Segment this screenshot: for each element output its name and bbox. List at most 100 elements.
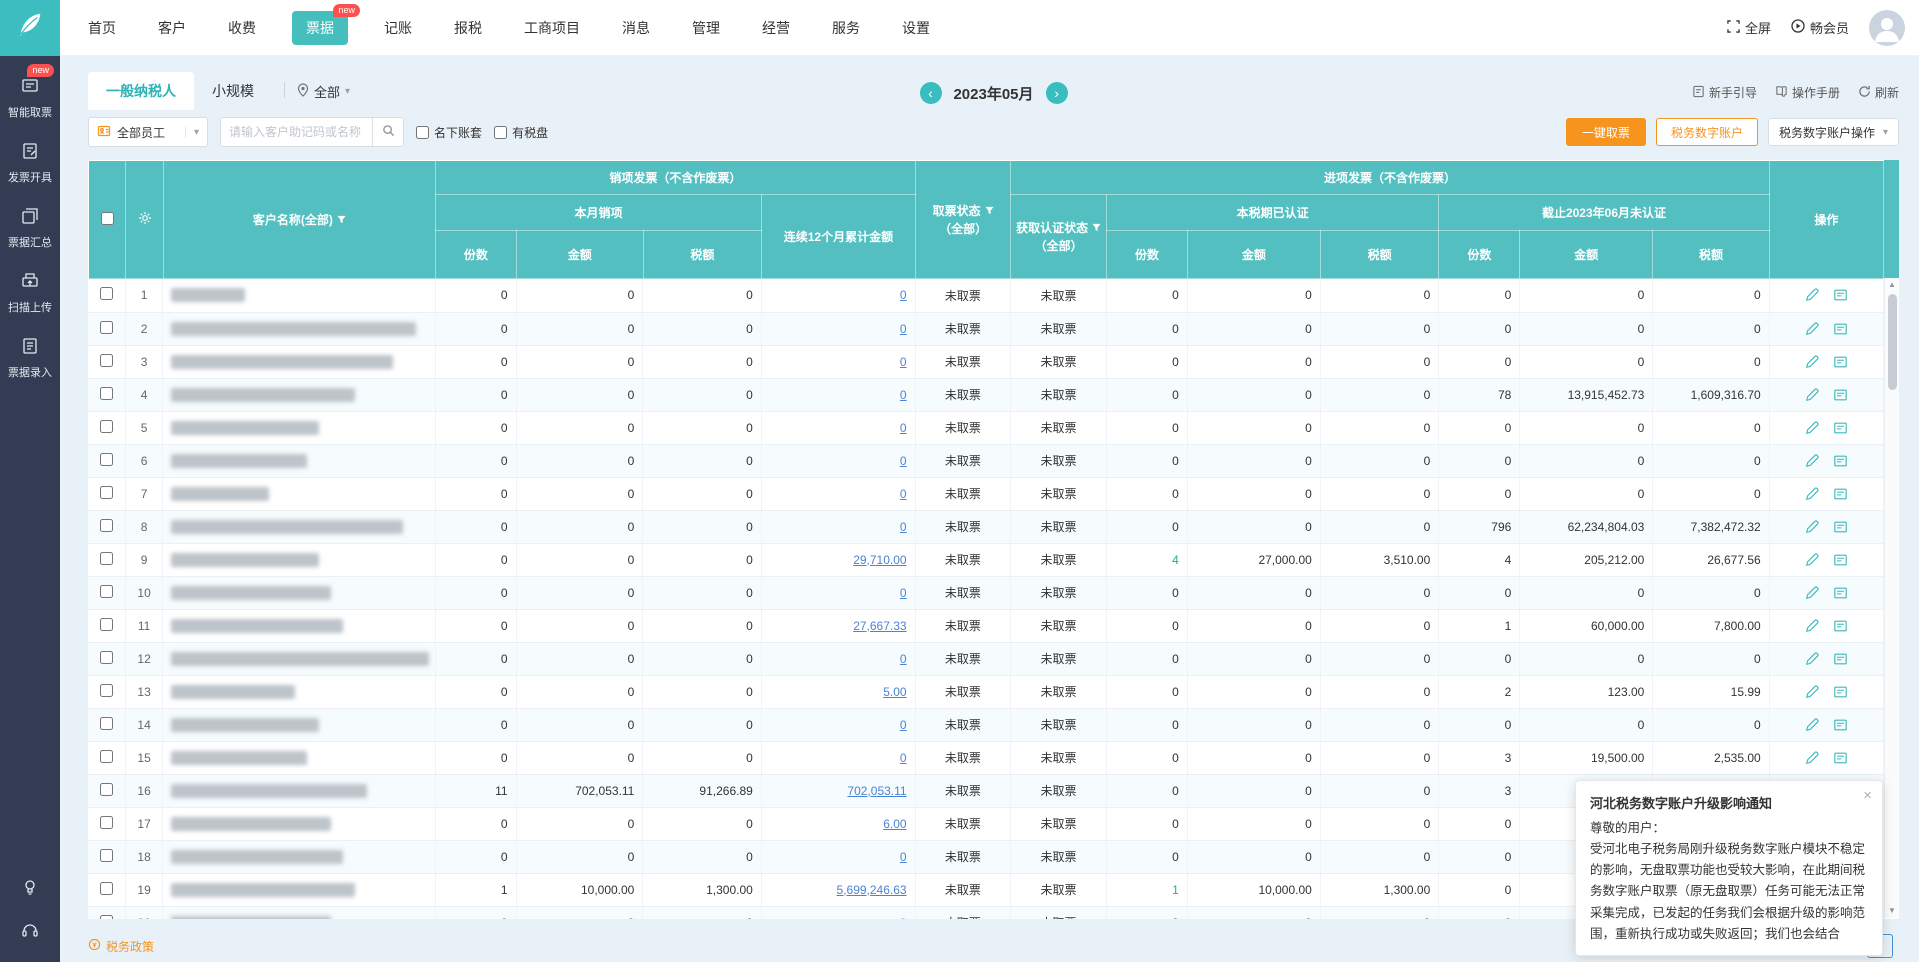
nav-item-billing[interactable]: 收费 — [222, 11, 262, 45]
row-checkbox[interactable] — [99, 617, 113, 631]
row-checkbox[interactable] — [99, 650, 113, 664]
cumulative-amount-link[interactable]: 6.00 — [883, 817, 906, 831]
row-checkbox[interactable] — [99, 848, 113, 862]
edit-icon[interactable] — [1805, 288, 1819, 302]
row-checkbox[interactable] — [99, 584, 113, 598]
invoice-detail-icon[interactable] — [1833, 553, 1848, 567]
own-accounts-checkbox-input[interactable] — [416, 125, 430, 139]
select-all-checkbox[interactable] — [100, 211, 114, 225]
sidebar-item-invoice-entry[interactable]: 票据录入 — [0, 326, 60, 391]
invoice-detail-icon[interactable] — [1833, 751, 1848, 765]
row-checkbox[interactable] — [99, 386, 113, 400]
edit-icon[interactable] — [1805, 519, 1819, 534]
edit-icon[interactable] — [1805, 717, 1819, 732]
invoice-detail-icon[interactable] — [1833, 619, 1848, 633]
nav-item-messages[interactable]: 消息 — [616, 11, 656, 45]
cumulative-amount-link[interactable]: 5.00 — [883, 685, 906, 699]
row-checkbox[interactable] — [99, 914, 113, 919]
nav-item-tax-filing[interactable]: 报税 — [448, 11, 488, 45]
sidebar-item-scan-upload[interactable]: 扫描上传 — [0, 261, 60, 326]
tab-small-scale[interactable]: 小规模 — [194, 72, 272, 110]
search-button[interactable] — [372, 117, 405, 147]
cumulative-amount-link[interactable]: 0 — [900, 322, 907, 336]
row-checkbox[interactable] — [99, 287, 113, 301]
scrollbar-thumb[interactable] — [1887, 294, 1897, 390]
filter-funnel-icon[interactable] — [1092, 219, 1101, 237]
refresh-link[interactable]: 刷新 — [1858, 84, 1899, 101]
cumulative-amount-link[interactable]: 702,053.11 — [847, 784, 906, 798]
cumulative-amount-link[interactable]: 0 — [900, 288, 907, 302]
row-checkbox[interactable] — [99, 815, 113, 829]
edit-icon[interactable] — [1805, 387, 1819, 402]
region-scope-select[interactable]: 全部 ▾ — [297, 82, 350, 110]
employee-select[interactable]: 全部员工 ▾ — [88, 117, 209, 147]
cumulative-amount-link[interactable]: 0 — [900, 916, 907, 920]
own-accounts-checkbox[interactable]: 名下账套 — [416, 124, 482, 141]
cumulative-amount-link[interactable]: 0 — [900, 520, 907, 534]
scroll-down-arrow[interactable]: ▼ — [1888, 904, 1896, 918]
edit-icon[interactable] — [1805, 651, 1819, 666]
cumulative-amount-link[interactable]: 0 — [900, 652, 907, 666]
cumulative-amount-link[interactable]: 0 — [900, 751, 907, 765]
invoice-detail-icon[interactable] — [1833, 355, 1848, 369]
customer-search-input[interactable] — [220, 117, 373, 147]
cumulative-amount-link[interactable]: 29,710.00 — [853, 553, 906, 567]
ticket-status-header[interactable]: 取票状态 （全部） — [914, 160, 1012, 279]
cumulative-amount-link[interactable]: 5,699,246.63 — [837, 883, 907, 897]
row-checkbox[interactable] — [99, 485, 113, 499]
cumulative-amount-link[interactable]: 0 — [900, 487, 907, 501]
nav-item-bookkeeping[interactable]: 记账 — [378, 11, 418, 45]
row-checkbox[interactable] — [99, 683, 113, 697]
edit-icon[interactable] — [1805, 420, 1819, 435]
table-scrollbar[interactable]: ▲ ▼ — [1884, 278, 1899, 918]
nav-item-invoices[interactable]: 票据 new — [292, 3, 360, 45]
nav-item-management[interactable]: 管理 — [686, 11, 726, 45]
cumulative-amount-link[interactable]: 0 — [900, 421, 907, 435]
fullscreen-button[interactable]: 全屏 — [1727, 18, 1771, 37]
tab-general-taxpayer[interactable]: 一般纳税人 — [88, 72, 194, 110]
filter-funnel-icon[interactable] — [337, 213, 346, 227]
edit-icon[interactable] — [1805, 585, 1819, 600]
edit-icon[interactable] — [1805, 618, 1819, 633]
cumulative-amount-link[interactable]: 0 — [900, 850, 907, 864]
row-checkbox[interactable] — [99, 353, 113, 367]
app-logo[interactable] — [0, 0, 60, 56]
invoice-detail-icon[interactable] — [1833, 487, 1848, 501]
invoice-detail-icon[interactable] — [1833, 652, 1848, 666]
cumulative-amount-link[interactable]: 0 — [900, 586, 907, 600]
edit-icon[interactable] — [1805, 321, 1819, 336]
cumulative-amount-link[interactable]: 0 — [900, 454, 907, 468]
row-checkbox[interactable] — [99, 749, 113, 763]
cumulative-amount-link[interactable]: 0 — [900, 718, 907, 732]
announcement-icon[interactable] — [21, 878, 39, 901]
invoice-detail-icon[interactable] — [1833, 322, 1848, 336]
support-icon[interactable] — [21, 921, 39, 944]
customer-name-header[interactable]: 客户名称(全部) — [162, 160, 436, 279]
row-checkbox[interactable] — [99, 419, 113, 433]
nav-item-services[interactable]: 服务 — [826, 11, 866, 45]
prev-month-button[interactable]: ‹ — [919, 82, 942, 104]
edit-icon[interactable] — [1805, 453, 1819, 468]
nav-item-home[interactable]: 首页 — [82, 11, 122, 45]
cumulative-amount-link[interactable]: 27,667.33 — [853, 619, 906, 633]
one-click-fetch-button[interactable]: 一键取票 — [1565, 118, 1646, 146]
tax-policy-link[interactable]: 税务政策 — [88, 938, 154, 955]
invoice-detail-icon[interactable] — [1833, 288, 1848, 302]
nav-item-customers[interactable]: 客户 — [152, 11, 192, 45]
nav-item-operations[interactable]: 经营 — [756, 11, 796, 45]
row-checkbox[interactable] — [99, 716, 113, 730]
auth-status-header[interactable]: 获取认证状态 （全部） — [1010, 194, 1107, 279]
edit-icon[interactable] — [1805, 750, 1819, 765]
nav-item-settings[interactable]: 设置 — [896, 11, 936, 45]
tax-disk-checkbox-input[interactable] — [494, 125, 508, 139]
row-checkbox[interactable] — [99, 452, 113, 466]
tax-digital-account-button[interactable]: 税务数字账户 — [1655, 118, 1758, 146]
tax-disk-checkbox[interactable]: 有税盘 — [494, 124, 548, 141]
manual-link[interactable]: 操作手册 — [1775, 84, 1840, 101]
user-avatar[interactable] — [1869, 9, 1905, 46]
column-settings-header[interactable] — [125, 160, 164, 279]
row-checkbox[interactable] — [99, 551, 113, 565]
edit-icon[interactable] — [1805, 486, 1819, 501]
member-button[interactable]: 畅会员 — [1791, 18, 1849, 37]
edit-icon[interactable] — [1805, 684, 1819, 699]
